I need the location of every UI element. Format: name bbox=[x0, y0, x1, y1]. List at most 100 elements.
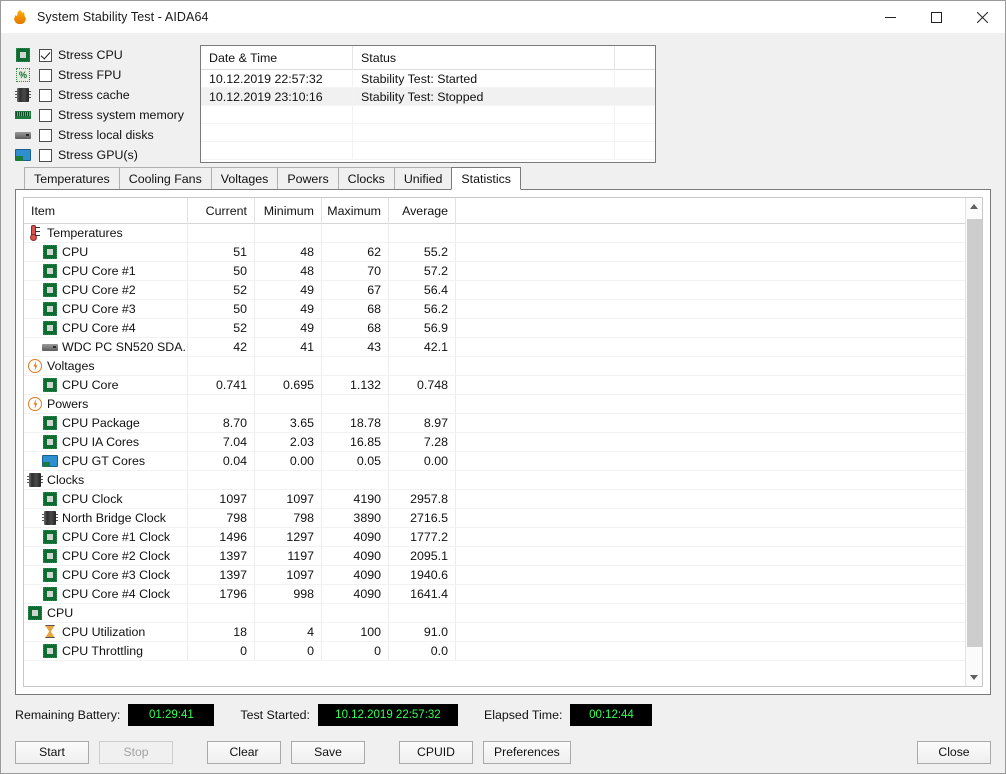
log-status: Stability Test: Started bbox=[353, 70, 615, 88]
table-row[interactable]: CPU Core #1 Clock 1496 1297 4090 1777.2 bbox=[24, 528, 965, 547]
table-row[interactable]: CPU IA Cores 7.04 2.03 16.85 7.28 bbox=[24, 433, 965, 452]
statistics-average-cell: 1777.2 bbox=[389, 528, 456, 547]
tab-voltages[interactable]: Voltages bbox=[210, 167, 279, 189]
statistics-item-label: CPU Core #3 Clock bbox=[62, 567, 171, 582]
tab-clocks[interactable]: Clocks bbox=[337, 167, 395, 189]
statistics-grid-body[interactable]: Item Current Minimum Maximum Average Tem… bbox=[24, 198, 965, 686]
column-header-average[interactable]: Average bbox=[389, 198, 456, 224]
log-extra bbox=[615, 70, 655, 88]
stress-option-system-memory[interactable]: Stress system memory bbox=[15, 105, 191, 125]
table-row[interactable]: CPU GT Cores 0.04 0.00 0.05 0.00 bbox=[24, 452, 965, 471]
column-header-maximum[interactable]: Maximum bbox=[322, 198, 389, 224]
stress-option-gpus[interactable]: Stress GPU(s) bbox=[15, 145, 191, 165]
stress-option-local-disks[interactable]: Stress local disks bbox=[15, 125, 191, 145]
table-row[interactable]: CPU Core 0.741 0.695 1.132 0.748 bbox=[24, 376, 965, 395]
stress-option-cpu[interactable]: Stress CPU bbox=[15, 45, 191, 65]
table-row[interactable]: CPU 51 48 62 55.2 bbox=[24, 243, 965, 262]
statistics-spacer-cell bbox=[456, 471, 965, 490]
table-row[interactable]: Powers bbox=[24, 395, 965, 414]
tab-temperatures[interactable]: Temperatures bbox=[24, 167, 120, 189]
table-row[interactable]: Temperatures bbox=[24, 224, 965, 243]
log-row-empty[interactable] bbox=[201, 124, 655, 142]
table-row[interactable]: CPU Core #3 Clock 1397 1097 4090 1940.6 bbox=[24, 566, 965, 585]
statistics-minimum-cell: 1097 bbox=[255, 566, 322, 585]
log-row[interactable]: 10.12.2019 22:57:32 Stability Test: Star… bbox=[201, 70, 655, 88]
log-column-status[interactable]: Status bbox=[353, 46, 615, 70]
statistics-item-cell: Temperatures bbox=[24, 224, 188, 243]
log-column-extra[interactable] bbox=[615, 46, 655, 70]
stress-option-cache[interactable]: Stress cache bbox=[15, 85, 191, 105]
scroll-down-icon[interactable] bbox=[966, 669, 983, 686]
scrollbar-track[interactable] bbox=[966, 215, 983, 669]
log-row-empty[interactable] bbox=[201, 106, 655, 124]
start-button[interactable]: Start bbox=[15, 740, 89, 764]
table-row[interactable]: CPU Core #4 Clock 1796 998 4090 1641.4 bbox=[24, 585, 965, 604]
statistics-item-label: CPU IA Cores bbox=[62, 434, 140, 449]
column-header-minimum[interactable]: Minimum bbox=[255, 198, 322, 224]
statistics-maximum-cell: 68 bbox=[322, 319, 389, 338]
statistics-item-cell: CPU Core #3 bbox=[24, 300, 188, 319]
maximize-button[interactable] bbox=[913, 1, 959, 33]
stress-memory-checkbox[interactable] bbox=[39, 108, 52, 122]
tab-unified[interactable]: Unified bbox=[393, 167, 453, 189]
table-row[interactable]: CPU Core #2 Clock 1397 1197 4090 2095.1 bbox=[24, 547, 965, 566]
table-row[interactable]: CPU Core #2 52 49 67 56.4 bbox=[24, 281, 965, 300]
statistics-item-cell: CPU Throttling bbox=[24, 642, 188, 661]
statistics-rows: Temperatures CPU 51 48 62 55.2 CPU Core #1 50 48… bbox=[24, 224, 965, 661]
stress-fpu-checkbox[interactable] bbox=[39, 68, 52, 82]
stress-disks-checkbox[interactable] bbox=[39, 128, 52, 142]
stress-cache-checkbox[interactable] bbox=[39, 88, 52, 102]
statistics-current-cell: 18 bbox=[188, 623, 255, 642]
tab-cooling-fans[interactable]: Cooling Fans bbox=[118, 167, 212, 189]
table-row[interactable]: CPU Throttling 0 0 0 0.0 bbox=[24, 642, 965, 661]
cpu-chip-icon bbox=[42, 282, 58, 298]
stress-option-fpu[interactable]: % Stress FPU bbox=[15, 65, 191, 85]
table-row[interactable]: North Bridge Clock 798 798 3890 2716.5 bbox=[24, 509, 965, 528]
table-row[interactable]: CPU Core #1 50 48 70 57.2 bbox=[24, 262, 965, 281]
disk-icon bbox=[15, 127, 31, 143]
table-row[interactable]: CPU Core #3 50 49 68 56.2 bbox=[24, 300, 965, 319]
cpuid-button[interactable]: CPUID bbox=[399, 740, 473, 764]
statistics-current-cell: 798 bbox=[188, 509, 255, 528]
test-started-value: 10.12.2019 22:57:32 bbox=[317, 704, 458, 726]
scrollbar-thumb[interactable] bbox=[966, 219, 982, 647]
table-row[interactable]: Clocks bbox=[24, 471, 965, 490]
column-header-current[interactable]: Current bbox=[188, 198, 255, 224]
table-row[interactable]: CPU Core #4 52 49 68 56.9 bbox=[24, 319, 965, 338]
close-button[interactable] bbox=[959, 1, 1005, 33]
table-row[interactable]: CPU bbox=[24, 604, 965, 623]
table-row[interactable]: CPU Clock 1097 1097 4190 2957.8 bbox=[24, 490, 965, 509]
log-row[interactable]: 10.12.2019 23:10:16 Stability Test: Stop… bbox=[201, 88, 655, 106]
statistics-current-cell: 1397 bbox=[188, 547, 255, 566]
statistics-average-cell: 56.9 bbox=[389, 319, 456, 338]
log-column-datetime[interactable]: Date & Time bbox=[201, 46, 353, 70]
tab-statistics[interactable]: Statistics bbox=[451, 167, 521, 190]
save-button[interactable]: Save bbox=[291, 740, 365, 764]
minimize-button[interactable] bbox=[867, 1, 913, 33]
table-row[interactable]: Voltages bbox=[24, 357, 965, 376]
preferences-button[interactable]: Preferences bbox=[483, 740, 571, 764]
column-header-item[interactable]: Item bbox=[24, 198, 188, 224]
statistics-item-cell: CPU Core #3 Clock bbox=[24, 566, 188, 585]
statistics-item-label: CPU Core #3 bbox=[62, 301, 136, 316]
fpu-percent-icon: % bbox=[15, 67, 31, 83]
statistics-average-cell: 57.2 bbox=[389, 262, 456, 281]
cpu-chip-icon bbox=[42, 415, 58, 431]
statistics-item-label: CPU Core #4 Clock bbox=[62, 586, 171, 601]
clear-button[interactable]: Clear bbox=[207, 740, 281, 764]
statistics-item-cell: CPU Core #1 Clock bbox=[24, 528, 188, 547]
scroll-up-icon[interactable] bbox=[966, 198, 983, 215]
tab-powers[interactable]: Powers bbox=[277, 167, 339, 189]
table-row[interactable]: CPU Package 8.70 3.65 18.78 8.97 bbox=[24, 414, 965, 433]
table-row[interactable]: CPU Utilization 18 4 100 91.0 bbox=[24, 623, 965, 642]
stress-gpu-checkbox[interactable] bbox=[39, 148, 52, 162]
close-button-bottom[interactable]: Close bbox=[917, 740, 991, 764]
statistics-vertical-scrollbar[interactable] bbox=[965, 198, 982, 686]
table-row[interactable]: WDC PC SN520 SDA... 42 41 43 42.1 bbox=[24, 338, 965, 357]
statistics-current-cell: 42 bbox=[188, 338, 255, 357]
event-log-panel[interactable]: Date & Time Status 10.12.2019 22:57:32 S… bbox=[200, 45, 656, 163]
statistics-minimum-cell: 798 bbox=[255, 509, 322, 528]
stress-option-label: Stress CPU bbox=[58, 48, 123, 62]
log-row-empty[interactable] bbox=[201, 142, 655, 160]
stress-cpu-checkbox[interactable] bbox=[39, 48, 52, 62]
